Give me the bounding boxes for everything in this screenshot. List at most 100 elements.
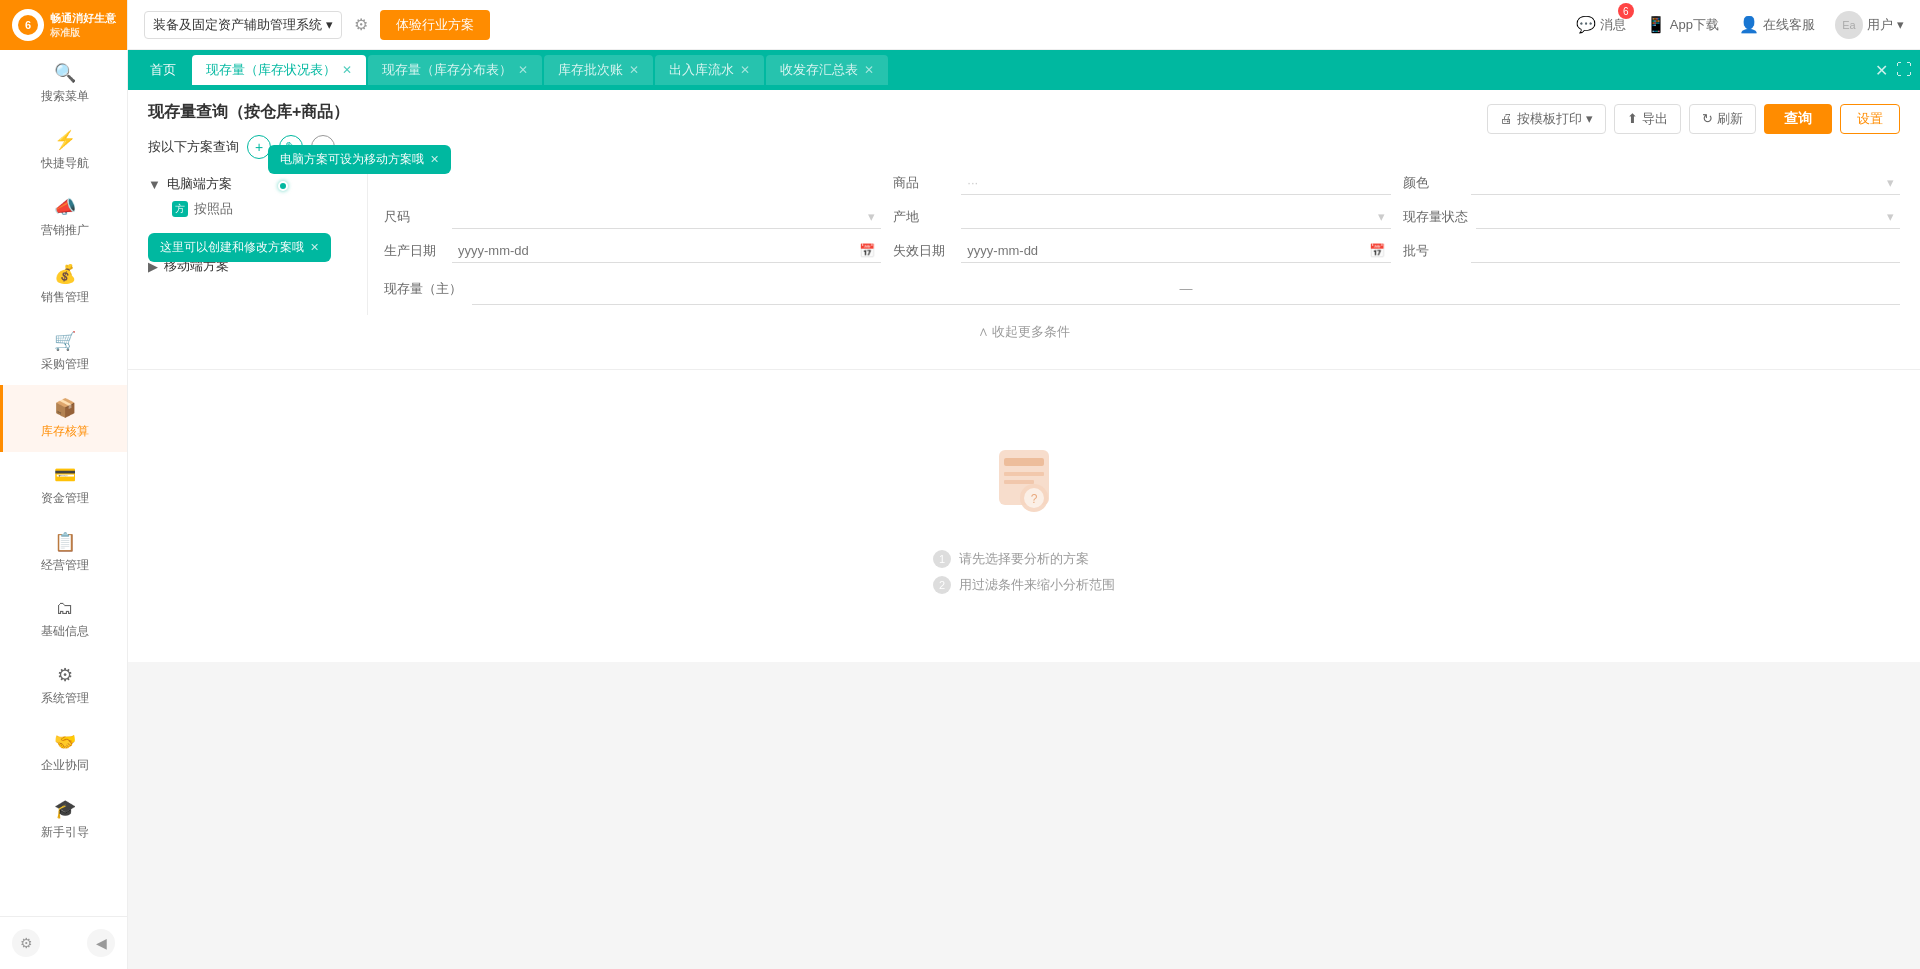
stock-status-select[interactable]: ▾ <box>1476 205 1900 229</box>
calendar-icon-1[interactable]: 📅 <box>859 243 875 258</box>
system-selector[interactable]: 装备及固定资产辅助管理系统 ▾ <box>144 11 342 39</box>
size-select-chevron: ▾ <box>868 209 875 224</box>
basic-icon: 🗂 <box>56 598 74 619</box>
tab-batch-account[interactable]: 库存批次账 ✕ <box>544 55 653 85</box>
export-btn[interactable]: ⬆ 导出 <box>1614 104 1681 134</box>
notification-btn[interactable]: 💬 6 消息 <box>1576 15 1626 34</box>
empty-tip-2: 用过滤条件来缩小分析范围 <box>959 576 1115 594</box>
logo-text: 畅通消好生意 标准版 <box>50 11 116 38</box>
template-print-btn[interactable]: 🖨 按模板打印 ▾ <box>1487 104 1606 134</box>
field-size: 尺码 ▾ <box>384 205 881 229</box>
sidebar-item-operation[interactable]: 📋 经营管理 <box>0 519 127 586</box>
sidebar-logo: 6 畅通消好生意 标准版 <box>0 0 127 50</box>
tab-inventory-status[interactable]: 现存量（库存状况表） ✕ <box>192 55 366 85</box>
produce-date-field[interactable] <box>458 243 859 258</box>
collapse-sidebar-btn[interactable]: ◀ <box>87 929 115 957</box>
filter-section: 现存量查询（按仓库+商品） 🖨 按模板打印 ▾ ⬆ 导出 ↻ 刷新 <box>128 90 1920 370</box>
tab-inventory-dist[interactable]: 现存量（库存分布表） ✕ <box>368 55 542 85</box>
color-select[interactable]: ▾ <box>1471 171 1900 195</box>
sidebar-item-guide[interactable]: 🎓 新手引导 <box>0 786 127 853</box>
solution-button[interactable]: 体验行业方案 <box>380 10 490 40</box>
scheme-item-icon: 方 <box>172 201 188 217</box>
main-area: 装备及固定资产辅助管理系统 ▾ ⚙ 体验行业方案 💬 6 消息 📱 App下载 … <box>128 0 1920 969</box>
pc-scheme-title[interactable]: ▼ 电脑端方案 <box>148 171 355 197</box>
sidebar-item-purchase[interactable]: 🛒 采购管理 <box>0 318 127 385</box>
tab-close-inventory-status[interactable]: ✕ <box>342 63 352 77</box>
marketing-icon: 📣 <box>54 196 76 218</box>
message-icon: 💬 <box>1576 15 1596 34</box>
tab-home[interactable]: 首页 <box>136 55 190 85</box>
app-download-btn[interactable]: 📱 App下载 <box>1646 15 1719 34</box>
tab-close-collect[interactable]: ✕ <box>864 63 874 77</box>
tooltip2-close-btn[interactable]: ✕ <box>310 241 319 254</box>
sales-icon: 💰 <box>54 263 76 285</box>
origin-select[interactable]: ▾ <box>961 205 1390 229</box>
phone-icon: 📱 <box>1646 15 1666 34</box>
filter-row-4: 现存量（主） — <box>384 273 1900 305</box>
sidebar-item-finance[interactable]: 💳 资金管理 <box>0 452 127 519</box>
user-area[interactable]: Ea 用户 ▾ <box>1835 11 1904 39</box>
operation-icon: 📋 <box>54 531 76 553</box>
calendar-icon-2[interactable]: 📅 <box>1369 243 1385 258</box>
product-select[interactable]: ··· <box>961 171 1390 195</box>
origin-select-chevron: ▾ <box>1378 209 1385 224</box>
print-dropdown-icon: ▾ <box>1586 111 1593 126</box>
scheme-and-fields: 电脑方案可设为移动方案哦 ✕ ▼ 电脑端方案 <box>148 171 1900 315</box>
user-dropdown-icon: ▾ <box>1897 17 1904 32</box>
scheme-item-product[interactable]: 方 按照品 <box>172 197 355 221</box>
sidebar-item-marketing[interactable]: 📣 营销推广 <box>0 184 127 251</box>
query-button[interactable]: 查询 <box>1764 104 1832 134</box>
filter-scheme-row: 按以下方案查询 + ✎ ← <box>148 135 1900 349</box>
svg-rect-4 <box>1004 472 1044 476</box>
sidebar-item-basic[interactable]: 🗂 基础信息 <box>0 586 127 652</box>
system-icon: ⚙ <box>57 664 73 686</box>
header-left: 装备及固定资产辅助管理系统 ▾ ⚙ 体验行业方案 <box>144 10 490 40</box>
tab-close-inout[interactable]: ✕ <box>740 63 750 77</box>
empty-tips: 1 请先选择要分析的方案 2 用过滤条件来缩小分析范围 <box>933 550 1115 602</box>
empty-tip-1: 请先选择要分析的方案 <box>959 550 1089 568</box>
field-product: 商品 ··· <box>893 171 1390 195</box>
guide-icon: 🎓 <box>54 798 76 820</box>
collapse-bar[interactable]: ∧ 收起更多条件 <box>148 315 1900 349</box>
stock-min-input[interactable] <box>478 277 1174 300</box>
fullscreen-btn[interactable]: ⛶ <box>1896 61 1912 80</box>
sidebar-item-system[interactable]: ⚙ 系统管理 <box>0 652 127 719</box>
pc-scheme-list: 方 按照品 <box>148 197 355 221</box>
stock-status-chevron: ▾ <box>1887 209 1894 224</box>
field-stock-status: 现存量状态 ▾ <box>1403 205 1900 229</box>
tooltip1-close-btn[interactable]: ✕ <box>430 153 439 166</box>
avatar: Ea <box>1835 11 1863 39</box>
sidebar-item-search[interactable]: 🔍 搜索菜单 <box>0 50 127 117</box>
field-batch: 批号 <box>1403 239 1900 263</box>
pc-scheme-category: ▼ 电脑端方案 方 按照品 <box>148 171 355 221</box>
print-icon: 🖨 <box>1500 111 1513 126</box>
sidebar-bottom: ⚙ ◀ <box>0 916 127 969</box>
sidebar-item-inventory[interactable]: 📦 库存核算 <box>0 385 127 452</box>
sidebar-item-sales[interactable]: 💰 销售管理 <box>0 251 127 318</box>
sidebar-item-quick[interactable]: ⚡ 快捷导航 <box>0 117 127 184</box>
gear-settings-btn[interactable]: ⚙ <box>354 15 368 34</box>
sidebar: 6 畅通消好生意 标准版 🔍 搜索菜单 ⚡ 快捷导航 📣 营销推广 💰 销售管理… <box>0 0 128 969</box>
tab-close-inventory-dist[interactable]: ✕ <box>518 63 528 77</box>
sidebar-item-enterprise[interactable]: 🤝 企业协同 <box>0 719 127 786</box>
svg-text:6: 6 <box>24 19 30 31</box>
expire-date-field[interactable] <box>967 243 1368 258</box>
size-select[interactable]: ▾ <box>452 205 881 229</box>
refresh-btn[interactable]: ↻ 刷新 <box>1689 104 1756 134</box>
settings-button[interactable]: 设置 <box>1840 104 1900 134</box>
tab-collect-summary[interactable]: 收发存汇总表 ✕ <box>766 55 888 85</box>
settings-bottom-btn[interactable]: ⚙ <box>12 929 40 957</box>
page-content: 现存量查询（按仓库+商品） 🖨 按模板打印 ▾ ⬆ 导出 ↻ 刷新 <box>128 90 1920 969</box>
stock-max-input[interactable] <box>1199 277 1895 300</box>
logo-icon: 6 <box>12 9 44 41</box>
page-title-bar: 现存量查询（按仓库+商品） 🖨 按模板打印 ▾ ⬆ 导出 ↻ 刷新 <box>148 102 1900 135</box>
field-produce-date: 生产日期 📅 <box>384 239 881 263</box>
online-service-btn[interactable]: 👤 在线客服 <box>1739 15 1815 34</box>
batch-input[interactable] <box>1471 239 1900 263</box>
refresh-icon: ↻ <box>1702 111 1713 126</box>
tab-close-batch[interactable]: ✕ <box>629 63 639 77</box>
close-all-tabs-btn[interactable]: ✕ <box>1875 61 1888 80</box>
range-separator: — <box>1180 281 1193 296</box>
inventory-icon: 📦 <box>54 397 76 419</box>
tab-inout-flow[interactable]: 出入库流水 ✕ <box>655 55 764 85</box>
